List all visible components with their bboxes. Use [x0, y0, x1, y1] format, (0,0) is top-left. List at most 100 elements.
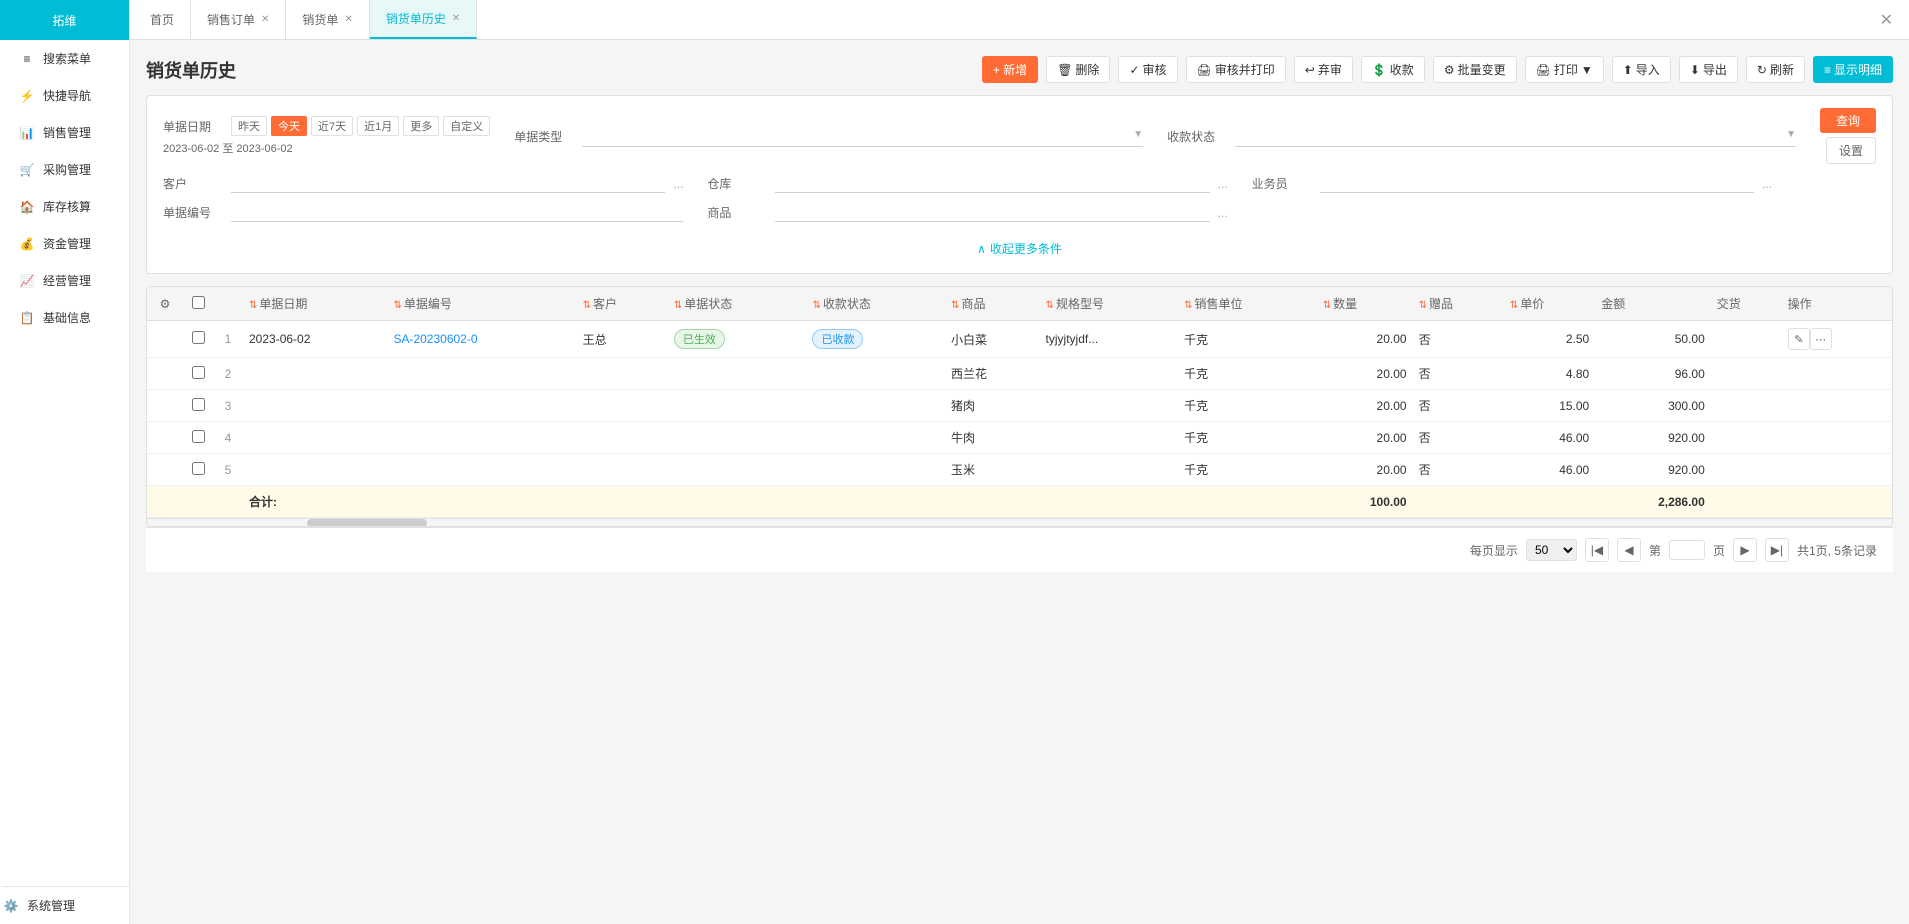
- col-date[interactable]: ⇅单据日期: [243, 287, 387, 321]
- import-button[interactable]: ⬆ 导入: [1612, 56, 1671, 83]
- audit-print-button[interactable]: 🖨 审核并打印: [1186, 56, 1286, 83]
- sidebar-item-quick-nav[interactable]: ⚡ 快捷导航: [0, 77, 129, 114]
- row-checkbox[interactable]: [192, 430, 205, 443]
- col-gift[interactable]: ⇅赠品: [1413, 287, 1504, 321]
- row-docno[interactable]: [387, 422, 576, 454]
- edit-btn[interactable]: ✎: [1788, 328, 1810, 350]
- first-page-btn[interactable]: |◀: [1585, 538, 1609, 562]
- sidebar-item-basic-info[interactable]: 📋 基础信息: [0, 299, 129, 336]
- employee-ellipsis-btn[interactable]: ...: [1762, 177, 1772, 191]
- horizontal-scrollbar[interactable]: [147, 518, 1892, 526]
- col-goods[interactable]: ⇅商品: [945, 287, 1040, 321]
- set-button[interactable]: 设置: [1826, 137, 1876, 164]
- payment-status-input[interactable]: [1235, 126, 1786, 144]
- row-check[interactable]: [183, 321, 213, 358]
- select-all-checkbox[interactable]: [192, 296, 205, 309]
- date-btn-7days[interactable]: 近7天: [311, 116, 353, 136]
- refresh-button[interactable]: ↻ 刷新: [1746, 56, 1805, 83]
- sidebar-item-search-menu[interactable]: ≡ 搜索菜单: [0, 40, 129, 77]
- tab-home[interactable]: 首页: [130, 0, 191, 39]
- row-check[interactable]: [183, 390, 213, 422]
- query-button[interactable]: 查询: [1820, 108, 1876, 133]
- export-button[interactable]: ⬇ 导出: [1679, 56, 1738, 83]
- collapse-button[interactable]: ∧ 收起更多条件: [973, 236, 1066, 261]
- col-doc-status[interactable]: ⇅单据状态: [668, 287, 807, 321]
- date-btn-today[interactable]: 今天: [271, 116, 307, 136]
- date-btn-custom[interactable]: 自定义: [443, 116, 490, 136]
- row-checkbox[interactable]: [192, 366, 205, 379]
- row-gift: 否: [1413, 390, 1504, 422]
- tab-sales-goods[interactable]: 销货单 ✕: [286, 0, 369, 39]
- sidebar-item-sales-mgmt[interactable]: 📊 销售管理: [0, 114, 129, 151]
- page-input[interactable]: 1: [1669, 540, 1705, 560]
- sidebar-item-operations-mgmt[interactable]: 📈 经营管理: [0, 262, 129, 299]
- row-action: [1782, 358, 1892, 390]
- docno-input[interactable]: [231, 203, 683, 222]
- row-docno[interactable]: [387, 454, 576, 486]
- tab-sales-order[interactable]: 销售订单 ✕: [191, 0, 286, 39]
- tab-bar-close-all[interactable]: ✕: [1864, 10, 1909, 30]
- col-qty[interactable]: ⇅数量: [1317, 287, 1413, 321]
- goods-ellipsis-btn[interactable]: ...: [1218, 206, 1228, 220]
- col-payment-status[interactable]: ⇅收款状态: [806, 287, 945, 321]
- total-end: [1711, 486, 1892, 518]
- prev-page-btn[interactable]: ◀: [1617, 538, 1641, 562]
- row-customer: 王总: [577, 321, 668, 358]
- row-check[interactable]: [183, 454, 213, 486]
- col-settings[interactable]: ⚙: [147, 287, 183, 321]
- collect-button[interactable]: 💲 收款: [1361, 56, 1425, 83]
- col-unit[interactable]: ⇅销售单位: [1178, 287, 1317, 321]
- row-checkbox[interactable]: [192, 398, 205, 411]
- row-docno[interactable]: SA-20230602-0: [387, 321, 576, 358]
- add-button[interactable]: + 新增: [982, 56, 1038, 83]
- doc-type-input[interactable]: [582, 126, 1133, 144]
- page-size-select[interactable]: 50 100 200: [1526, 539, 1577, 561]
- sidebar-item-inventory-calc[interactable]: 🏠 库存核算: [0, 188, 129, 225]
- col-docno[interactable]: ⇅单据编号: [387, 287, 576, 321]
- col-spec[interactable]: ⇅规格型号: [1040, 287, 1179, 321]
- filter-row-1: 单据日期 昨天 今天 近7天 近1月 更多 自定义 2023-06-02 至 2…: [163, 108, 1876, 164]
- row-docno[interactable]: [387, 358, 576, 390]
- date-label: 单据日期: [163, 118, 223, 135]
- abandon-button[interactable]: ↩ 弃审: [1294, 56, 1353, 83]
- row-customer: [577, 390, 668, 422]
- employee-input[interactable]: [1320, 174, 1754, 193]
- date-btn-1month[interactable]: 近1月: [357, 116, 399, 136]
- row-checkbox[interactable]: [192, 462, 205, 475]
- last-page-btn[interactable]: ▶|: [1765, 538, 1789, 562]
- row-check[interactable]: [183, 422, 213, 454]
- row-amount: 300.00: [1595, 390, 1711, 422]
- next-page-btn[interactable]: ▶: [1733, 538, 1757, 562]
- warehouse-ellipsis-btn[interactable]: ...: [1218, 177, 1228, 191]
- more-btn[interactable]: ⋯: [1810, 328, 1832, 350]
- goods-input[interactable]: [775, 203, 1209, 222]
- table-row: 3 猪肉 千克 20.00 否 15.00 300.00: [147, 390, 1892, 422]
- tab-close-sales-order[interactable]: ✕: [261, 14, 269, 25]
- row-doc-status: [668, 454, 807, 486]
- warehouse-input[interactable]: [775, 174, 1209, 193]
- row-check[interactable]: [183, 358, 213, 390]
- tab-sales-history[interactable]: 销货单历史 ✕: [370, 0, 477, 39]
- print-button[interactable]: 🖨 打印 ▼: [1525, 56, 1604, 83]
- row-checkbox[interactable]: [192, 331, 205, 344]
- date-btn-more[interactable]: 更多: [403, 116, 439, 136]
- sidebar-item-purchase-mgmt[interactable]: 🛒 采购管理: [0, 151, 129, 188]
- delete-button[interactable]: 🗑 删除: [1046, 56, 1110, 83]
- date-btn-yesterday[interactable]: 昨天: [231, 116, 267, 136]
- sidebar-item-system-mgmt[interactable]: ⚙️ 系统管理: [0, 886, 129, 924]
- col-customer[interactable]: ⇅客户: [577, 287, 668, 321]
- scrollbar-thumb[interactable]: [307, 519, 427, 527]
- show-detail-button[interactable]: ≡ 显示明细: [1813, 56, 1893, 83]
- customer-input[interactable]: [231, 174, 665, 193]
- sidebar-item-capital-mgmt[interactable]: 💰 资金管理: [0, 225, 129, 262]
- customer-ellipsis-btn[interactable]: ...: [673, 177, 683, 191]
- audit-button[interactable]: ✓ 审核: [1118, 56, 1177, 83]
- tab-close-sales-goods[interactable]: ✕: [344, 14, 352, 25]
- col-price[interactable]: ⇅单价: [1504, 287, 1595, 321]
- batch-change-button[interactable]: ⚙ 批量变更: [1433, 56, 1517, 83]
- total-label: [147, 486, 243, 518]
- row-docno[interactable]: [387, 390, 576, 422]
- col-check[interactable]: [183, 287, 213, 321]
- row-num: 5: [213, 454, 243, 486]
- tab-close-sales-history[interactable]: ✕: [452, 13, 460, 24]
